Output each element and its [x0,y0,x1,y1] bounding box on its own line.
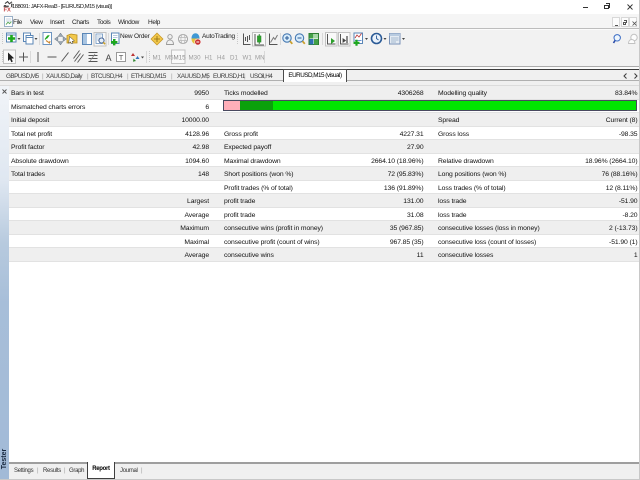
svg-text:W1: W1 [243,55,253,62]
svg-text:M30: M30 [189,55,202,62]
svg-text:H1: H1 [205,55,213,62]
svg-text:MN: MN [255,55,265,62]
svg-text:H4: H4 [217,55,225,62]
svg-text:T: T [119,53,124,62]
svg-text:A: A [106,53,112,63]
svg-text:M15: M15 [174,55,187,62]
svg-text:M1: M1 [153,55,162,62]
svg-text:FX: FX [4,8,12,12]
svg-text:D1: D1 [230,55,238,62]
